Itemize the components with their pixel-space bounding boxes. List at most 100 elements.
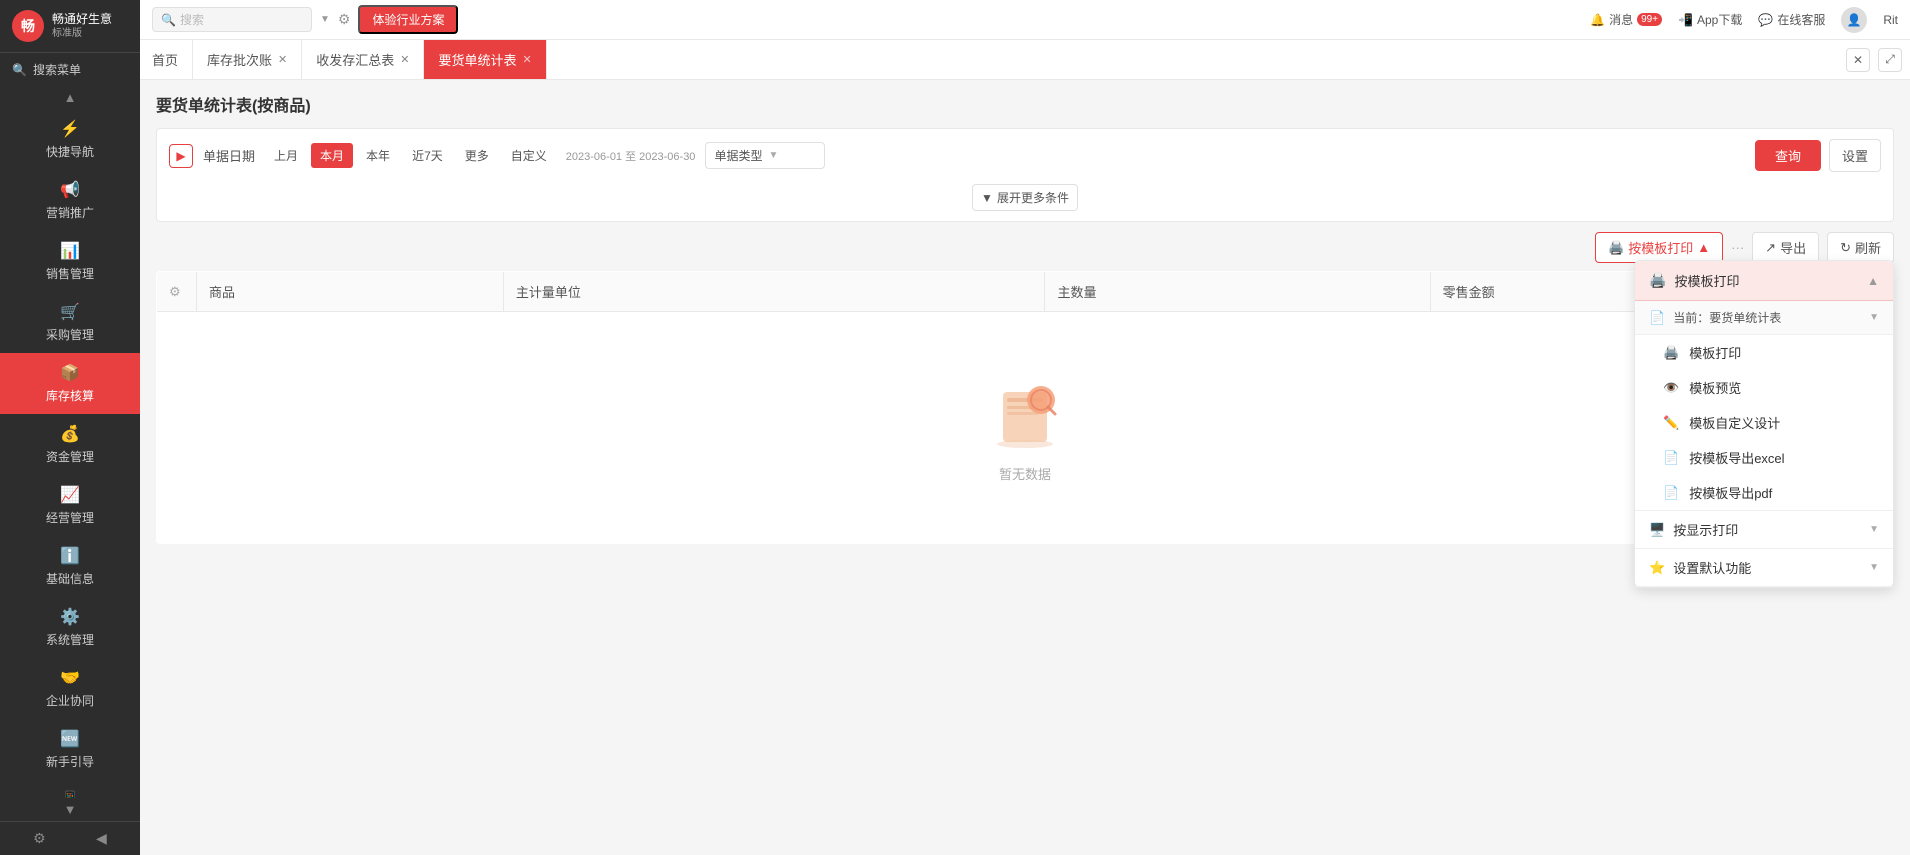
export-button[interactable]: ↗ 导出 [1752,232,1819,263]
sidebar-scroll-down[interactable]: ▼ [0,798,140,821]
date-last-7-days-btn[interactable]: 近7天 [403,143,452,168]
column-settings-icon[interactable]: ⚙ [169,284,181,299]
tab-inventory-batch-close[interactable]: ✕ [278,53,287,66]
printer-icon: 🖨️ [1608,240,1624,256]
date-last-month-btn[interactable]: 上月 [265,143,307,168]
date-filter: 上月 本月 本年 近7天 更多 自定义 [265,143,556,168]
notifications-btn[interactable]: 🔔 消息 99+ [1590,11,1662,28]
date-custom-btn[interactable]: 自定义 [502,143,556,168]
sidebar-settings-btn[interactable]: ⚙ [33,830,46,847]
empty-text: 暂无数据 [999,464,1051,483]
inventory-icon: 📦 [60,363,80,383]
sidebar-item-collab[interactable]: 🤝 企业协同 [0,658,140,719]
tab-receipts-summary-close[interactable]: ✕ [400,53,409,66]
dropdown-current-left: 📄 当前：要货单统计表 [1649,309,1781,326]
current-template-icon: 📄 [1649,310,1665,326]
expand-more-btn[interactable]: ▼ 展开更多条件 [972,184,1078,211]
bell-icon: 🔔 [1590,13,1605,27]
tab-order-stats[interactable]: 要货单统计表 ✕ [424,40,546,79]
topbar-left: 🔍 搜索 ▼ ⚙ 体验行业方案 [152,5,1582,34]
refresh-button[interactable]: ↻ 刷新 [1827,232,1894,263]
toolbar-right: 🖨️ 按模板打印 ▲ ··· ↗ 导出 ↻ 刷新 [1595,232,1894,263]
sidebar-item-finance[interactable]: 💰 资金管理 [0,414,140,475]
print-chevron-up-icon: ▲ [1697,240,1710,255]
template-preview-item[interactable]: 👁️ 模板预览 [1635,370,1893,405]
topbar-chevron-icon[interactable]: ▼ [320,14,330,25]
template-preview-icon: 👁️ [1663,380,1679,396]
tab-order-stats-close[interactable]: ✕ [523,53,532,66]
set-default-item[interactable]: ⭐ 设置默认功能 ▼ [1635,549,1893,586]
dropdown-template-group: 🖨️ 模板打印 👁️ 模板预览 ✏️ 模板自定义设计 📄 按模板导出excel … [1635,335,1893,511]
filter-expand-btn[interactable]: ▶ [169,144,193,168]
query-button[interactable]: 查询 [1755,140,1821,171]
template-print-item[interactable]: 🖨️ 模板打印 [1635,335,1893,370]
filter-actions: 查询 设置 [1755,139,1881,172]
topbar-search-icon: 🔍 [161,13,176,27]
topbar-gear-icon[interactable]: ⚙ [338,11,351,28]
main-content: 🔍 搜索 ▼ ⚙ 体验行业方案 🔔 消息 99+ 📲 App下载 💬 在线客服 … [140,0,1910,855]
display-print-item[interactable]: 🖥️ 按显示打印 ▼ [1635,511,1893,548]
app-download-btn[interactable]: 📲 App下载 [1678,11,1742,28]
empty-state-row: 暂无数据 [157,312,1894,544]
template-export-excel-item[interactable]: 📄 按模板导出excel [1635,440,1893,475]
current-template-chevron: ▼ [1869,312,1879,323]
sidebar-logo: 畅 畅通好生意 标准版 [0,0,140,53]
date-this-year-btn[interactable]: 本年 [357,143,399,168]
col-quantity: 主数量 [1045,272,1430,312]
sidebar-item-guide[interactable]: 🆕 新手引导 [0,719,140,780]
template-export-pdf-icon: 📄 [1663,485,1679,501]
tab-inventory-batch[interactable]: 库存批次账 ✕ [193,40,302,79]
toolbar-more-icon[interactable]: ··· [1731,240,1744,255]
display-print-icon: 🖥️ [1649,522,1665,538]
sidebar-item-basic-info[interactable]: ℹ️ 基础信息 [0,536,140,597]
sidebar: 畅 畅通好生意 标准版 🔍 搜索菜单 ▲ ⚡ 快捷导航 📢 营销推广 📊 销售管… [0,0,140,855]
template-design-item[interactable]: ✏️ 模板自定义设计 [1635,405,1893,440]
app-logo-icon: 畅 [12,10,44,42]
order-type-select[interactable]: 单据类型 ▼ [705,142,825,169]
sidebar-item-quick-nav[interactable]: ⚡ 快捷导航 [0,109,140,170]
tab-home[interactable]: 首页 [152,40,193,79]
user-name-label[interactable]: Rit [1883,13,1898,27]
date-range-display: 2023-06-01 至 2023-06-30 [566,148,696,164]
table-header-row: ⚙ 商品 主计量单位 主数量 零售金额 [157,272,1894,312]
date-more-btn[interactable]: 更多 [456,143,498,168]
online-service-btn[interactable]: 💬 在线客服 [1758,11,1825,28]
current-template-label: 当前：要货单统计表 [1673,309,1781,326]
sidebar-toggle-btn[interactable]: ◀ [96,830,107,847]
sidebar-item-app-center[interactable]: 📱 应用中心 [0,780,140,798]
dropdown-chevron-up-icon[interactable]: ▲ [1867,274,1879,288]
basic-info-icon: ℹ️ [60,546,80,566]
tabs-right-buttons: ✕ ⤢ [1846,48,1902,72]
display-print-chevron: ▼ [1869,524,1879,535]
date-filter-label: 单据日期 [203,146,255,165]
print-button[interactable]: 🖨️ 按模板打印 ▲ [1595,232,1723,263]
sidebar-item-business[interactable]: 📈 经营管理 [0,475,140,536]
topbar: 🔍 搜索 ▼ ⚙ 体验行业方案 🔔 消息 99+ 📲 App下载 💬 在线客服 … [140,0,1910,40]
user-avatar[interactable]: 👤 [1841,7,1867,33]
sidebar-item-sales[interactable]: 📊 销售管理 [0,231,140,292]
template-print-icon: 🖨️ [1663,345,1679,361]
date-this-month-btn[interactable]: 本月 [311,143,353,168]
sidebar-item-inventory[interactable]: 📦 库存核算 [0,353,140,414]
trial-button[interactable]: 体验行业方案 [358,5,458,34]
export-icon: ↗ [1765,240,1776,256]
set-default-left: ⭐ 设置默认功能 [1649,558,1751,577]
tab-maximize-btn[interactable]: ⤢ [1878,48,1902,72]
sidebar-search[interactable]: 🔍 搜索菜单 [0,53,140,86]
sidebar-item-system[interactable]: ⚙️ 系统管理 [0,597,140,658]
sidebar-item-marketing[interactable]: 📢 营销推广 [0,170,140,231]
download-icon: 📲 [1678,13,1693,27]
sidebar-item-purchase[interactable]: 🛒 采购管理 [0,292,140,353]
dropdown-header-icon: 🖨️ [1649,272,1666,289]
sidebar-scroll-up[interactable]: ▲ [0,86,140,109]
tab-receipts-summary[interactable]: 收发存汇总表 ✕ [302,40,424,79]
template-export-pdf-item[interactable]: 📄 按模板导出pdf [1635,475,1893,510]
business-icon: 📈 [60,485,80,505]
tab-close-btn[interactable]: ✕ [1846,48,1870,72]
select-caret-icon: ▼ [768,150,778,161]
settings-button[interactable]: 设置 [1829,139,1881,172]
expand-icon: ▼ [981,191,993,205]
page-content: 要货单统计表(按商品) ▶ 单据日期 上月 本月 本年 近7天 更多 自定义 2… [140,80,1910,855]
topbar-search-box[interactable]: 🔍 搜索 [152,7,312,32]
dropdown-current-header[interactable]: 📄 当前：要货单统计表 ▼ [1635,301,1893,334]
